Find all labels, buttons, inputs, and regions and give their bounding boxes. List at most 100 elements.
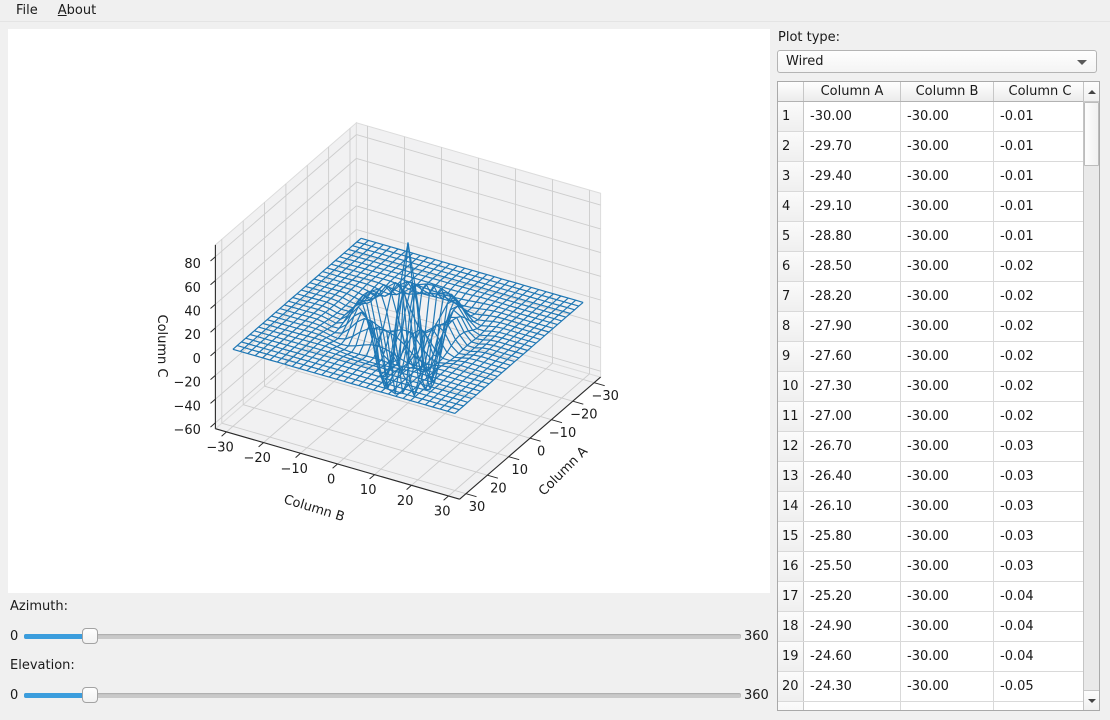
table-cell[interactable]: -28.80 xyxy=(804,222,901,251)
table-cell[interactable]: -0.01 xyxy=(994,132,1086,161)
table-row[interactable]: 15-25.80-30.00-0.03 xyxy=(778,522,1086,552)
table-cell[interactable]: -0.03 xyxy=(994,522,1086,551)
plot-canvas[interactable]: −30−20−100102030−30−20−10010203080604020… xyxy=(8,29,770,593)
table-cell[interactable]: -30.00 xyxy=(901,582,994,611)
table-cell[interactable]: -27.60 xyxy=(804,342,901,371)
row-number[interactable]: 6 xyxy=(778,252,804,281)
row-number[interactable]: 1 xyxy=(778,102,804,131)
row-number[interactable]: 2 xyxy=(778,132,804,161)
table-cell[interactable]: -24.30 xyxy=(804,672,901,701)
scroll-up-button[interactable] xyxy=(1084,82,1099,102)
row-number[interactable]: 13 xyxy=(778,462,804,491)
elevation-slider-handle[interactable] xyxy=(82,687,98,703)
table-cell[interactable]: -30.00 xyxy=(901,462,994,491)
table-row[interactable]: 20-24.30-30.00-0.05 xyxy=(778,672,1086,702)
table-cell[interactable]: -29.70 xyxy=(804,132,901,161)
table-row[interactable]: 18-24.90-30.00-0.04 xyxy=(778,612,1086,642)
table-cell[interactable]: -0.03 xyxy=(994,492,1086,521)
row-number[interactable]: 16 xyxy=(778,552,804,581)
table-cell[interactable]: -30.00 xyxy=(901,342,994,371)
table-cell[interactable]: -0.03 xyxy=(994,552,1086,581)
table-row[interactable]: 17-25.20-30.00-0.04 xyxy=(778,582,1086,612)
azimuth-slider-handle[interactable] xyxy=(82,628,98,644)
table-row[interactable]: 3-29.40-30.00-0.01 xyxy=(778,162,1086,192)
table-cell[interactable]: -28.20 xyxy=(804,282,901,311)
table-cell[interactable]: -30.00 xyxy=(901,612,994,641)
scrollbar-thumb[interactable] xyxy=(1084,102,1099,166)
table-cell[interactable]: -0.01 xyxy=(994,192,1086,221)
row-number[interactable]: 10 xyxy=(778,372,804,401)
table-cell[interactable]: -30.00 xyxy=(901,402,994,431)
table-cell[interactable]: -30.00 xyxy=(901,642,994,671)
row-number[interactable] xyxy=(778,702,804,711)
table-cell[interactable]: -30.00 xyxy=(901,672,994,701)
table-row[interactable]: 13-26.40-30.00-0.03 xyxy=(778,462,1086,492)
row-number[interactable]: 4 xyxy=(778,192,804,221)
table-cell[interactable]: -24.90 xyxy=(804,612,901,641)
table-cell[interactable]: -0.04 xyxy=(994,582,1086,611)
table-cell[interactable]: -27.30 xyxy=(804,372,901,401)
table-row[interactable]: 12-26.70-30.00-0.03 xyxy=(778,432,1086,462)
table-cell[interactable]: -28.50 xyxy=(804,252,901,281)
table-cell[interactable]: -30.00 xyxy=(901,432,994,461)
table-corner-header[interactable] xyxy=(778,82,804,101)
row-number[interactable]: 11 xyxy=(778,402,804,431)
table-cell[interactable]: -25.20 xyxy=(804,582,901,611)
table-cell[interactable] xyxy=(901,702,994,711)
table-row[interactable]: 4-29.10-30.00-0.01 xyxy=(778,192,1086,222)
table-cell[interactable]: -0.04 xyxy=(994,642,1086,671)
table-cell[interactable] xyxy=(804,702,901,711)
table-cell[interactable]: -30.00 xyxy=(804,102,901,131)
table-row[interactable]: 10-27.30-30.00-0.02 xyxy=(778,372,1086,402)
table-header-column-a[interactable]: Column A xyxy=(804,82,901,101)
table-cell[interactable]: -0.01 xyxy=(994,102,1086,131)
table-cell[interactable]: -25.50 xyxy=(804,552,901,581)
table-cell[interactable]: -0.03 xyxy=(994,462,1086,491)
row-number[interactable]: 5 xyxy=(778,222,804,251)
table-cell[interactable]: -26.70 xyxy=(804,432,901,461)
table-cell[interactable]: -29.40 xyxy=(804,162,901,191)
table-cell[interactable]: -30.00 xyxy=(901,372,994,401)
table-cell[interactable]: -0.02 xyxy=(994,282,1086,311)
table-cell[interactable]: -0.02 xyxy=(994,402,1086,431)
table-cell[interactable]: -30.00 xyxy=(901,102,994,131)
table-cell[interactable]: -30.00 xyxy=(901,552,994,581)
azimuth-slider-track[interactable] xyxy=(24,634,741,639)
table-row[interactable]: 2-29.70-30.00-0.01 xyxy=(778,132,1086,162)
table-row-partial[interactable] xyxy=(778,702,1086,711)
table-cell[interactable]: -0.01 xyxy=(994,222,1086,251)
row-number[interactable]: 20 xyxy=(778,672,804,701)
table-cell[interactable]: -0.02 xyxy=(994,342,1086,371)
menu-item-file[interactable]: File xyxy=(6,2,48,19)
table-row[interactable]: 11-27.00-30.00-0.02 xyxy=(778,402,1086,432)
azimuth-slider[interactable] xyxy=(24,628,741,644)
table-row[interactable]: 1-30.00-30.00-0.01 xyxy=(778,102,1086,132)
table-cell[interactable]: -30.00 xyxy=(901,162,994,191)
elevation-slider-track[interactable] xyxy=(24,693,741,698)
table-cell[interactable]: -27.00 xyxy=(804,402,901,431)
table-cell[interactable]: -30.00 xyxy=(901,222,994,251)
row-number[interactable]: 3 xyxy=(778,162,804,191)
row-number[interactable]: 9 xyxy=(778,342,804,371)
row-number[interactable]: 14 xyxy=(778,492,804,521)
table-cell[interactable]: -26.40 xyxy=(804,462,901,491)
table-cell[interactable]: -30.00 xyxy=(901,282,994,311)
table-cell[interactable]: -30.00 xyxy=(901,252,994,281)
menu-item-about[interactable]: About xyxy=(48,2,106,19)
row-number[interactable]: 12 xyxy=(778,432,804,461)
table-vertical-scrollbar[interactable] xyxy=(1083,82,1099,710)
row-number[interactable]: 18 xyxy=(778,612,804,641)
table-cell[interactable]: -26.10 xyxy=(804,492,901,521)
table-cell[interactable]: -30.00 xyxy=(901,522,994,551)
table-cell[interactable]: -25.80 xyxy=(804,522,901,551)
table-row[interactable]: 19-24.60-30.00-0.04 xyxy=(778,642,1086,672)
scroll-down-button[interactable] xyxy=(1084,690,1099,710)
table-cell[interactable]: -29.10 xyxy=(804,192,901,221)
table-cell[interactable]: -30.00 xyxy=(901,192,994,221)
table-row[interactable]: 14-26.10-30.00-0.03 xyxy=(778,492,1086,522)
table-row[interactable]: 5-28.80-30.00-0.01 xyxy=(778,222,1086,252)
row-number[interactable]: 15 xyxy=(778,522,804,551)
table-cell[interactable]: -0.05 xyxy=(994,672,1086,701)
row-number[interactable]: 17 xyxy=(778,582,804,611)
row-number[interactable]: 19 xyxy=(778,642,804,671)
